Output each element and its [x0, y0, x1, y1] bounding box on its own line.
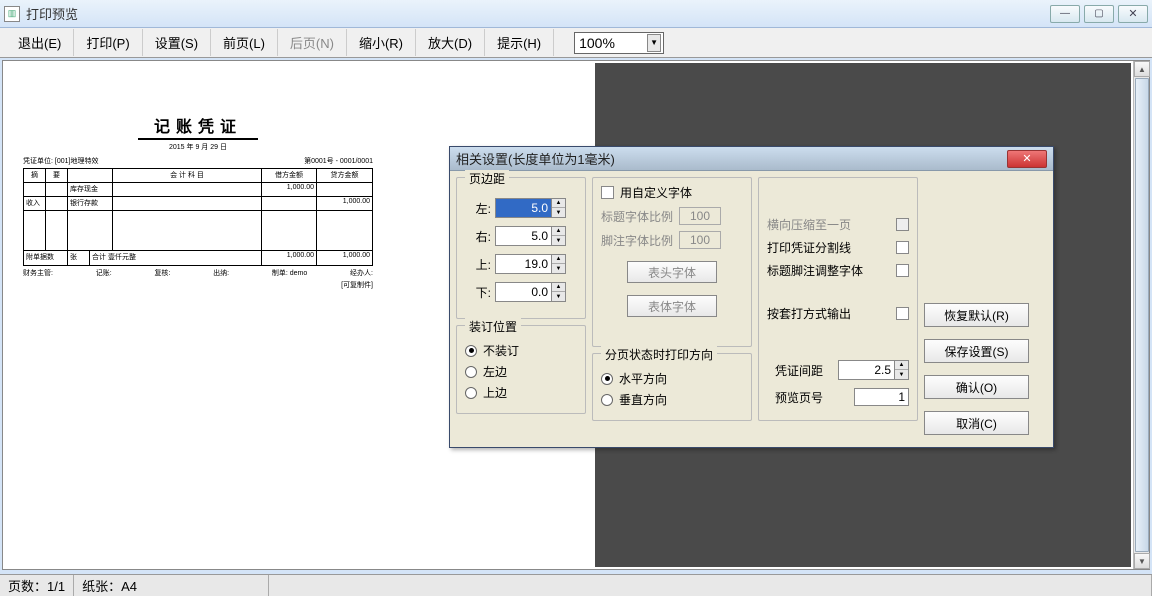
dropdown-arrow-icon[interactable]: ▼: [647, 34, 661, 52]
exit-button[interactable]: 退出(E): [6, 29, 74, 56]
bind-left-radio[interactable]: [465, 366, 477, 378]
compress-checkbox[interactable]: [896, 218, 909, 231]
restore-button[interactable]: 恢复默认(R): [924, 303, 1029, 327]
settings-button[interactable]: 设置(S): [143, 29, 211, 56]
status-pages: 页数：1/1: [0, 575, 74, 596]
custom-font-checkbox[interactable]: [601, 186, 614, 199]
voucher-title: 记账凭证: [138, 113, 258, 140]
font-group: 用自定义字体 标题字体比例 脚注字体比例 表头字体 表体字体: [592, 177, 752, 347]
vertical-scrollbar[interactable]: ▲ ▼: [1133, 61, 1149, 569]
settings-dialog: 相关设置(长度单位为1毫米) ✕ 页边距 左:▲▼ 右:▲▼ 上:▲▼ 下:▲▼…: [449, 146, 1054, 448]
save-settings-button[interactable]: 保存设置(S): [924, 339, 1029, 363]
bind-none-radio[interactable]: [465, 345, 477, 357]
dialog-title: 相关设置(长度单位为1毫米): [456, 149, 615, 168]
status-paper: 纸张：A4: [74, 575, 269, 596]
spin-down-icon[interactable]: ▼: [552, 208, 565, 217]
options-group: 横向压缩至一页 打印凭证分割线 标题脚注调整字体 按套打方式输出 凭证间距▲▼ …: [758, 177, 918, 421]
divider-checkbox[interactable]: [896, 241, 909, 254]
cancel-button[interactable]: 取消(C): [924, 411, 1029, 435]
close-button[interactable]: ✕: [1118, 5, 1148, 23]
set-print-checkbox[interactable]: [896, 307, 909, 320]
dir-vertical-radio[interactable]: [601, 394, 613, 406]
bind-top-radio[interactable]: [465, 387, 477, 399]
scroll-thumb[interactable]: [1135, 78, 1149, 552]
scroll-down-icon[interactable]: ▼: [1134, 553, 1150, 569]
margin-right-input[interactable]: [495, 226, 551, 246]
voucher-date: 2015 年 9 月 29 日: [23, 142, 373, 152]
next-page-button[interactable]: 后页(N): [278, 29, 347, 56]
preview-page-input[interactable]: [854, 388, 909, 406]
window-title: 打印预览: [26, 4, 78, 23]
dir-horizontal-radio[interactable]: [601, 373, 613, 385]
voucher-org: 凭证单位: [001]地理特效: [23, 156, 98, 166]
margins-group: 页边距 左:▲▼ 右:▲▼ 上:▲▼ 下:▲▼: [456, 177, 586, 319]
print-button[interactable]: 打印(P): [74, 29, 142, 56]
foot-ratio-input: [679, 231, 721, 249]
title-ratio-input: [679, 207, 721, 225]
zoom-out-button[interactable]: 缩小(R): [347, 29, 416, 56]
prev-page-button[interactable]: 前页(L): [211, 29, 278, 56]
direction-group: 分页状态时打印方向 水平方向 垂直方向: [592, 353, 752, 421]
head-font-button[interactable]: 表头字体: [627, 261, 717, 283]
binding-group: 装订位置 不装订 左边 上边: [456, 325, 586, 414]
gap-input[interactable]: [838, 360, 894, 380]
minimize-button[interactable]: —: [1050, 5, 1080, 23]
zoom-value: 100%: [579, 35, 615, 51]
dialog-close-button[interactable]: ✕: [1007, 150, 1047, 168]
maximize-button[interactable]: ▢: [1084, 5, 1114, 23]
app-icon: ▥: [4, 6, 20, 22]
adjust-font-checkbox[interactable]: [896, 264, 909, 277]
scroll-up-icon[interactable]: ▲: [1134, 61, 1150, 77]
margin-bottom-input[interactable]: [495, 282, 551, 302]
spin-up-icon[interactable]: ▲: [552, 199, 565, 208]
body-font-button[interactable]: 表体字体: [627, 295, 717, 317]
ok-button[interactable]: 确认(O): [924, 375, 1029, 399]
status-spacer: [269, 575, 1152, 596]
margin-left-input[interactable]: [495, 198, 551, 218]
margins-title: 页边距: [465, 170, 509, 187]
voucher-number: 第0001号 - 0001/0001: [304, 156, 373, 166]
margin-top-input[interactable]: [495, 254, 551, 274]
zoom-in-button[interactable]: 放大(D): [416, 29, 485, 56]
hint-button[interactable]: 提示(H): [485, 29, 554, 56]
zoom-select[interactable]: 100% ▼: [574, 32, 664, 54]
